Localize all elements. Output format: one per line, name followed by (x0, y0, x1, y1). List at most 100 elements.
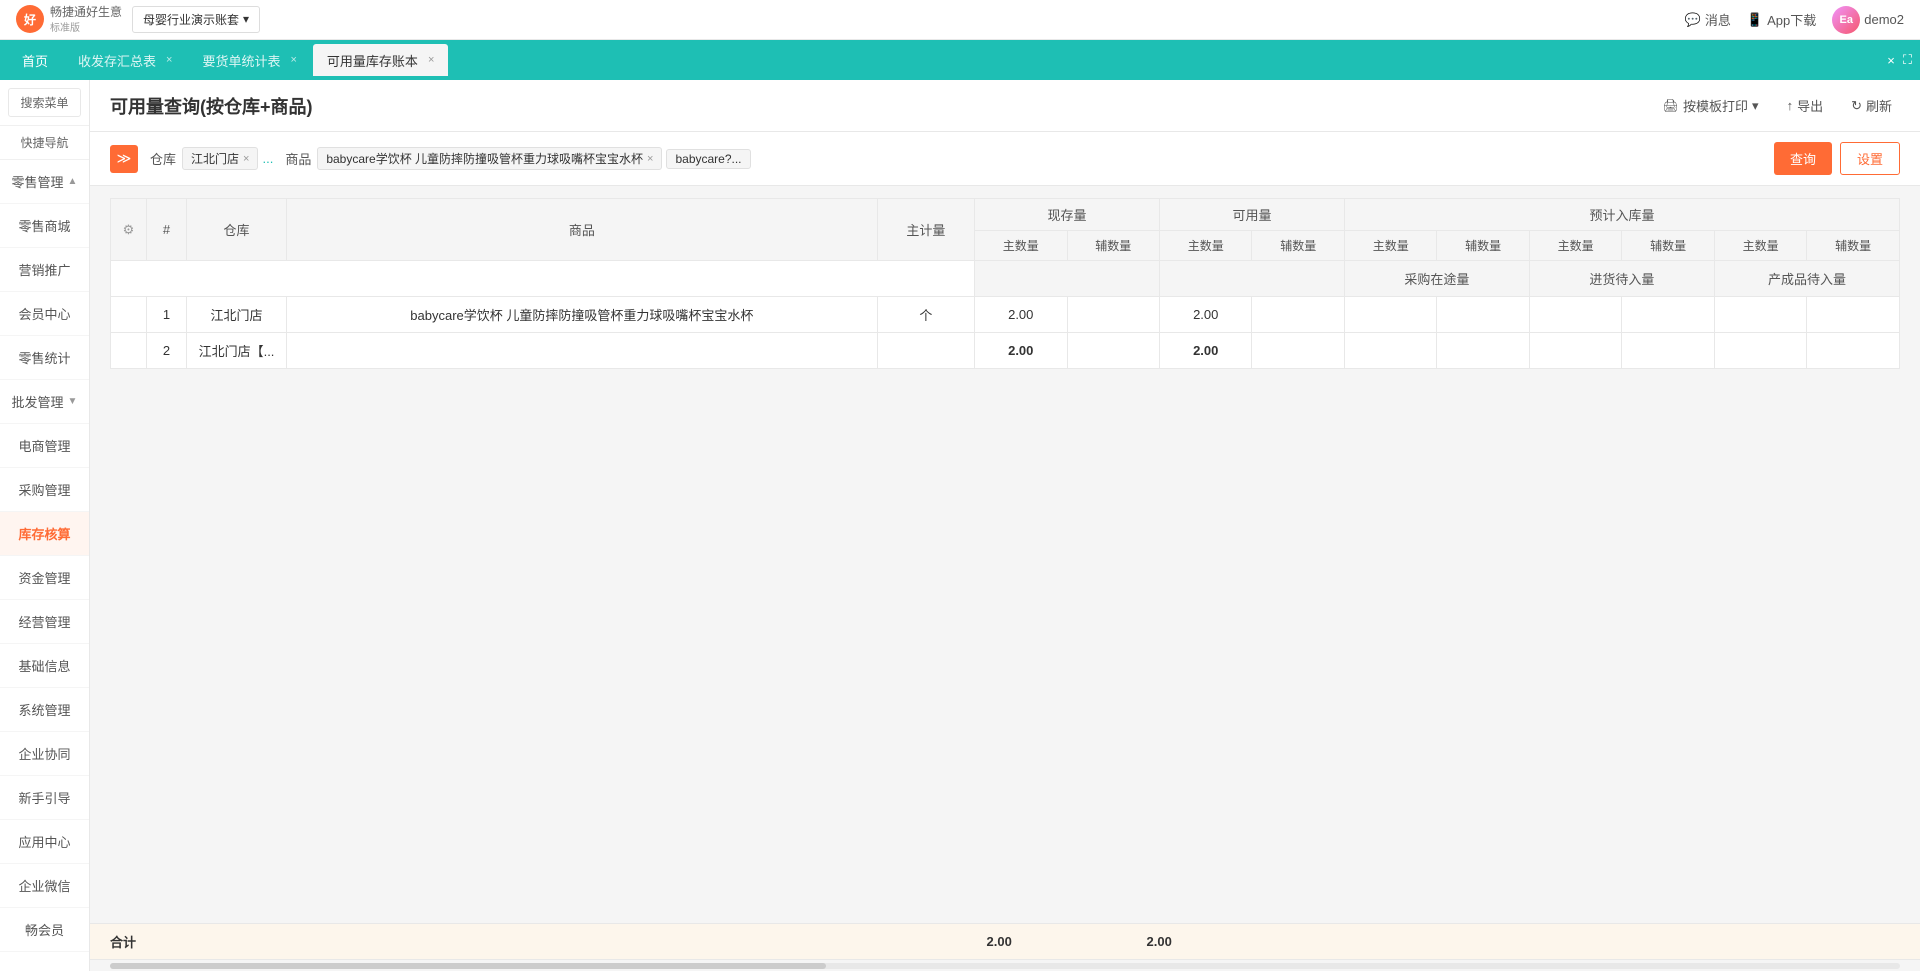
warehouse-filter-label: 仓库 (150, 149, 176, 168)
sidebar-item-system[interactable]: 系统管理 (0, 688, 89, 732)
index-col-header: # (147, 199, 187, 261)
settings-col-header[interactable]: ⚙ (111, 199, 147, 261)
production-aux-header: 辅数量 (1807, 231, 1900, 261)
filter-area: ≫ 仓库 江北门店 × ... 商品 babycare学饮杯 儿童防摔防撞吸管杯… (90, 132, 1920, 186)
tutorial-label: 新手引导 (18, 791, 70, 806)
row2-warehouse: 江北门店【... (187, 333, 287, 369)
sidebar-item-ecommerce[interactable]: 电商管理 (0, 424, 89, 468)
refresh-button[interactable]: ↻ 刷新 (1843, 92, 1900, 119)
empty-header-spacer (111, 261, 975, 297)
wholesale-label: 批发管理 (12, 392, 64, 411)
refresh-icon: ↻ (1851, 98, 1862, 114)
table-row: 2 江北门店【... 2.00 2.00 (111, 333, 1900, 369)
inbound-main-header: 主数量 (1529, 231, 1621, 261)
top-bar-left: 好 畅捷通好生意 标准版 母婴行业演示账套 ▾ (16, 5, 260, 34)
row1-index: 1 (147, 297, 187, 333)
sidebar-item-purchase[interactable]: 采购管理 (0, 468, 89, 512)
footer-spacer-product (258, 934, 959, 949)
sidebar-search-area: 搜索菜单 (0, 80, 89, 126)
export-button[interactable]: ↑ 导出 (1779, 92, 1832, 119)
nav-close-icon[interactable]: × (1887, 53, 1895, 68)
tab-receipts[interactable]: 收发存汇总表 × (64, 44, 186, 76)
tab-home[interactable]: 首页 (8, 44, 62, 76)
tab-available-stock[interactable]: 可用量库存账本 × (313, 44, 448, 76)
search-menu-button[interactable]: 搜索菜单 (8, 88, 81, 117)
table-wrapper: ⚙ # 仓库 商品 主计量 现存量 可用量 预计入库量 主数量 辅数量 主数量 (90, 186, 1920, 923)
print-button[interactable]: 🖨 按模板打印 ▾ (1655, 92, 1767, 119)
sidebar-item-enterprise-wechat[interactable]: 企业微信 (0, 864, 89, 908)
row1-warehouse: 江北门店 (187, 297, 287, 333)
warehouse-more-button[interactable]: ... (262, 151, 273, 166)
footer-total-label: 合计 (110, 932, 238, 951)
receipts-tab-close[interactable]: × (166, 54, 172, 66)
sidebar-item-member-vip[interactable]: 畅会员 (0, 908, 89, 952)
industry-name: 母婴行业演示账套 (143, 11, 239, 28)
row1-settings-cell (111, 297, 147, 333)
sidebar-item-basic-info[interactable]: 基础信息 (0, 644, 89, 688)
user-area[interactable]: Ea demo2 (1832, 6, 1904, 34)
quick-nav-button[interactable]: 快捷导航 (0, 126, 89, 160)
logo-text-area: 畅捷通好生意 标准版 (50, 5, 122, 34)
tab-orders[interactable]: 要货单统计表 × (188, 44, 310, 76)
chevron-right-icon: ≫ (117, 150, 132, 167)
basic-info-label: 基础信息 (18, 659, 70, 674)
warehouse-filter-tags: 江北门店 × ... (182, 147, 273, 170)
sidebar-item-retail-mall[interactable]: 零售商城 (0, 204, 89, 248)
empty-avail-spacer (1159, 261, 1344, 297)
sidebar-item-tutorial[interactable]: 新手引导 (0, 776, 89, 820)
row2-inbound-main (1529, 333, 1621, 369)
row1-inbound-aux (1622, 297, 1714, 333)
orders-tab-close[interactable]: × (290, 54, 296, 66)
row1-stock-aux (1067, 297, 1159, 333)
print-icon: 🖨 (1663, 98, 1680, 114)
row2-inbound-aux (1622, 333, 1714, 369)
horizontal-scrollbar-thumb[interactable] (110, 963, 826, 969)
footer-stock-main: 2.00 (959, 934, 1039, 949)
unit-col-header: 主计量 (877, 199, 974, 261)
table-body: 1 江北门店 babycare学饮杯 儿童防摔防撞吸管杯重力球吸嘴杯宝宝水杯 个… (111, 297, 1900, 369)
sidebar-item-retail-stats[interactable]: 零售统计 (0, 336, 89, 380)
app-center-label: 应用中心 (18, 835, 70, 850)
sidebar-item-retail-management[interactable]: 零售管理 ▲ (0, 160, 89, 204)
logo-area: 好 畅捷通好生意 标准版 (16, 5, 122, 34)
sidebar-item-app-center[interactable]: 应用中心 (0, 820, 89, 864)
message-label: 消息 (1705, 10, 1731, 29)
app-download-label: App下载 (1767, 10, 1816, 29)
table-row: 1 江北门店 babycare学饮杯 儿童防摔防撞吸管杯重力球吸嘴杯宝宝水杯 个… (111, 297, 1900, 333)
avail-main-qty-header: 主数量 (1159, 231, 1251, 261)
nav-tabs: 首页 收发存汇总表 × 要货单统计表 × 可用量库存账本 × × ⛶ (0, 40, 1920, 80)
sidebar-item-marketing[interactable]: 营销推广 (0, 248, 89, 292)
sidebar-item-finance[interactable]: 资金管理 (0, 556, 89, 600)
sidebar-item-operations[interactable]: 经营管理 (0, 600, 89, 644)
sidebar-item-membership[interactable]: 会员中心 (0, 292, 89, 336)
top-bar-right: 💬 消息 📱 App下载 Ea demo2 (1685, 6, 1904, 34)
product-tag-babycare[interactable]: babycare学饮杯 儿童防摔防撞吸管杯重力球吸嘴杯宝宝水杯 × (317, 147, 662, 170)
warehouse-tag-jiangbei[interactable]: 江北门店 × (182, 147, 258, 170)
page-title: 可用量查询(按仓库+商品) (110, 93, 313, 119)
sidebar-item-inventory[interactable]: 库存核算 (0, 512, 89, 556)
query-button[interactable]: 查询 (1774, 142, 1832, 175)
footer-stock-aux (1039, 934, 1119, 949)
expand-filter-button[interactable]: ≫ (110, 145, 138, 173)
gear-icon[interactable]: ⚙ (123, 222, 135, 237)
sidebar-item-collaboration[interactable]: 企业协同 (0, 732, 89, 776)
product-tag-close-icon[interactable]: × (647, 153, 653, 165)
row1-prod-main (1714, 297, 1806, 333)
available-stock-tab-close[interactable]: × (428, 54, 434, 66)
sidebar-item-wholesale[interactable]: 批发管理 ▼ (0, 380, 89, 424)
app-download-button[interactable]: 📱 App下载 (1747, 10, 1816, 29)
horizontal-scrollbar-track[interactable] (110, 963, 1900, 969)
message-button[interactable]: 💬 消息 (1685, 10, 1731, 29)
table-footer: 合计 2.00 2.00 (90, 923, 1920, 959)
retail-stats-label: 零售统计 (18, 351, 70, 366)
settings-button[interactable]: 设置 (1840, 142, 1900, 175)
production-main-header: 主数量 (1714, 231, 1806, 261)
avatar-text: Ea (1840, 14, 1853, 26)
nav-expand-icon[interactable]: ⛶ (1903, 52, 1912, 68)
scrollbar-area (90, 959, 1920, 971)
industry-selector[interactable]: 母婴行业演示账套 ▾ (132, 6, 260, 33)
warehouse-tag-close-icon[interactable]: × (243, 153, 249, 165)
table-header-row-1: ⚙ # 仓库 商品 主计量 现存量 可用量 预计入库量 (111, 199, 1900, 231)
product-tag-more[interactable]: babycare?... (666, 149, 750, 169)
logo-icon: 好 (16, 5, 44, 33)
